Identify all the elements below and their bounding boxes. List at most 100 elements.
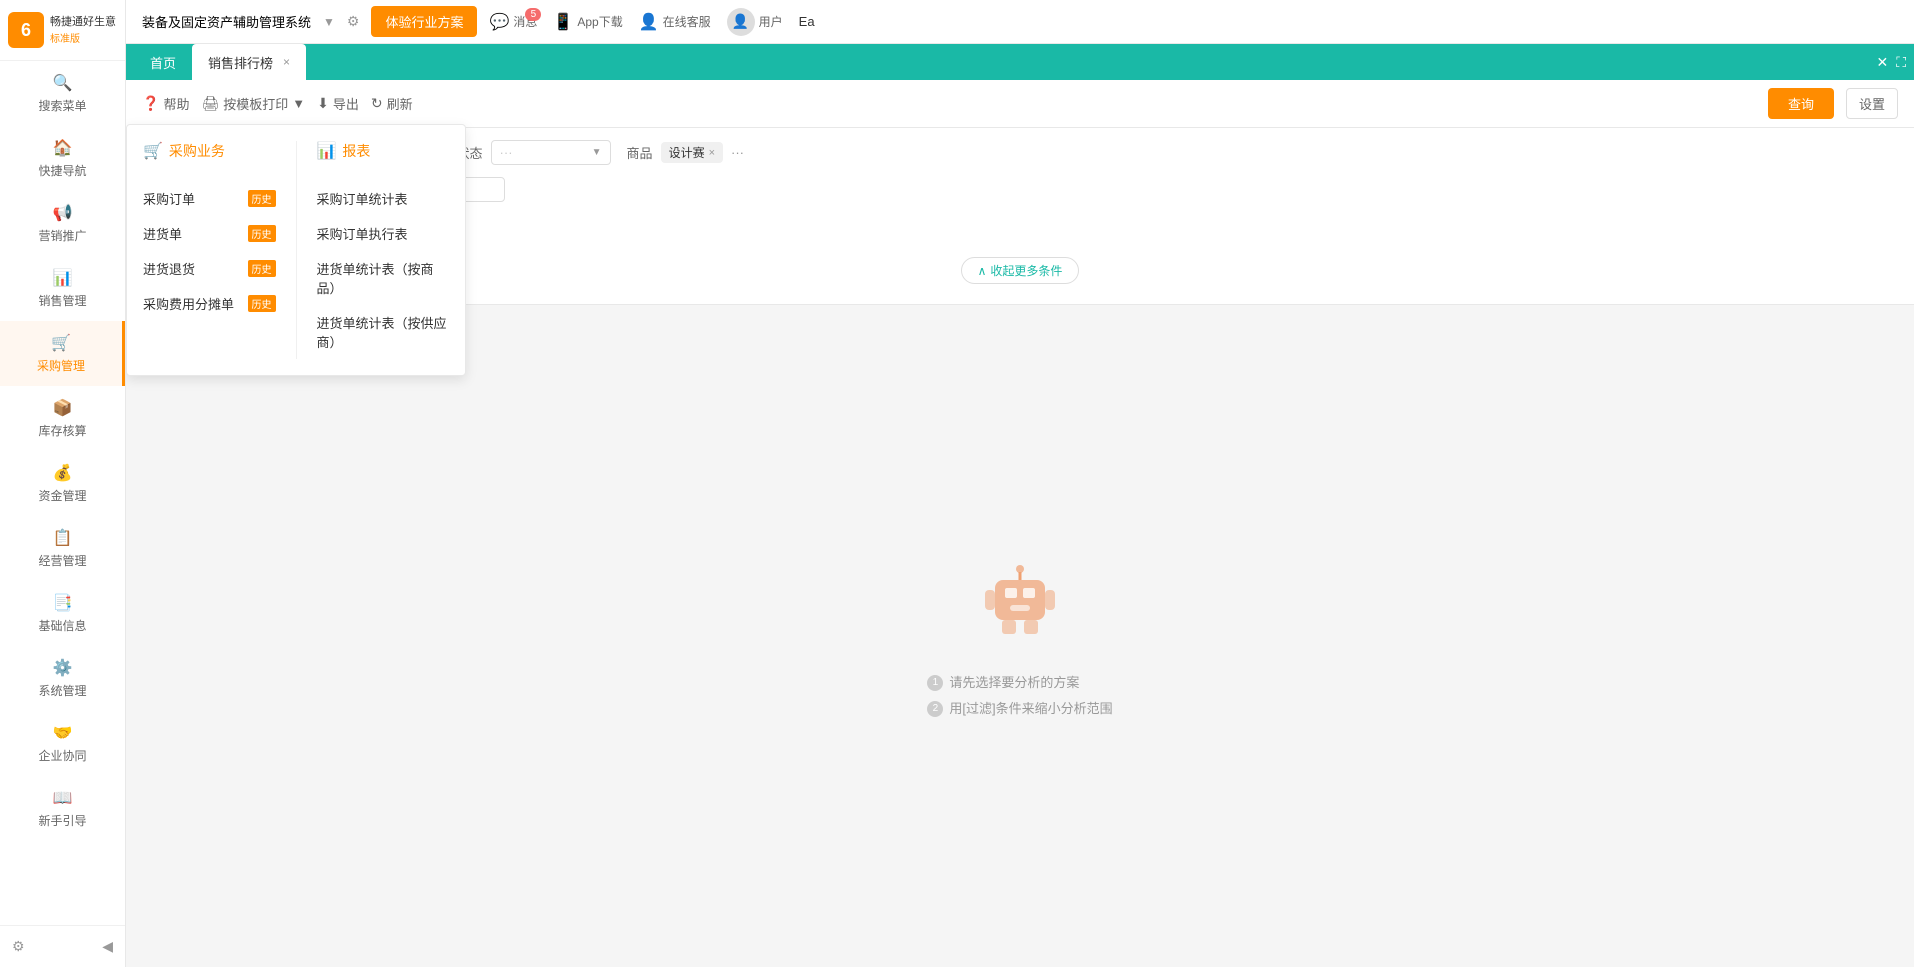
goods-filter-more[interactable]: ··· (731, 145, 744, 160)
logo-area: 6 畅捷通好生意 标准版 (0, 0, 125, 61)
goods-filter: 商品 设计赛 × ··· (627, 142, 744, 163)
detection-text: Ea (799, 14, 815, 29)
tab-expand-icon[interactable]: ⛶ (1896, 54, 1906, 71)
inventory-icon: 📦 (53, 398, 73, 418)
print-btn[interactable]: 🖨 按模板打印 ▼ (201, 94, 305, 113)
dropdown-divider (296, 141, 297, 359)
purchase-icon: 🛒 (51, 333, 71, 353)
inbound-return-history-badge: 历史 (248, 260, 276, 277)
sidebar-item-system[interactable]: ⚙️ 系统管理 (0, 646, 125, 711)
logo-text: 畅捷通好生意 (50, 15, 116, 29)
print-icon: 🖨 (201, 95, 219, 112)
home-icon: 🏠 (53, 138, 73, 158)
doc-status-dropdown[interactable]: ··· ▼ (491, 140, 611, 165)
app-download-btn[interactable]: 📱 App下载 (553, 12, 622, 32)
tab-close-all-icon[interactable]: ✕ (1876, 54, 1888, 71)
tab-sales-ranking[interactable]: 销售排行榜 × (192, 44, 306, 80)
empty-hint-2: 2 用[过滤]条件来缩小分析范围 (927, 696, 1112, 722)
topbar: 装备及固定资产辅助管理系统 ▼ ⚙ 体验行业方案 💬 消息 5 📱 App下载 … (126, 0, 1914, 44)
sidebar-item-guide[interactable]: 📖 新手引导 (0, 776, 125, 841)
export-btn[interactable]: ⬇ 导出 (317, 94, 359, 113)
help-btn[interactable]: ❓ 帮助 (142, 94, 189, 113)
sidebar-nav: 🔍 搜索菜单 🏠 快捷导航 📢 营销推广 📊 销售管理 🛒 采购管理 📦 (0, 61, 125, 925)
sidebar-item-sales[interactable]: 📊 销售管理 (0, 256, 125, 321)
toolbar: ❓ 帮助 🖨 按模板打印 ▼ ⬇ 导出 ↻ (126, 80, 1914, 128)
inbound-stats-supplier-item[interactable]: 进货单统计表（按供应商） (317, 305, 450, 359)
sidebar-item-basic[interactable]: 📑 基础信息 (0, 581, 125, 646)
tabbar: 首页 销售排行榜 × ✕ ⛶ (126, 44, 1914, 80)
purchase-order-stats-item[interactable]: 采购订单统计表 (317, 181, 450, 216)
sidebar-item-cooperation[interactable]: 🤝 企业协同 (0, 711, 125, 776)
sidebar-item-search[interactable]: 🔍 搜索菜单 (0, 61, 125, 126)
purchase-col: 🛒 采购业务 采购订单 历史 进货单 历史 进货退货 历史 (143, 141, 276, 359)
report-col-icon: 📊 (317, 141, 337, 161)
user-menu-btn[interactable]: 👤 用户 (727, 8, 783, 36)
refresh-btn[interactable]: ↻ 刷新 (371, 94, 413, 113)
service-icon: 👤 (639, 12, 659, 32)
content-area: ❓ 帮助 🖨 按模板打印 ▼ ⬇ 导出 ↻ (126, 80, 1914, 967)
logo-icon: 6 (8, 12, 44, 48)
tab-home[interactable]: 首页 (134, 44, 192, 80)
goods-tag: 设计赛 × (661, 142, 723, 163)
sales-icon: 📊 (53, 268, 73, 288)
search-icon: 🔍 (53, 73, 73, 93)
help-icon: ❓ (142, 95, 159, 112)
goods-label: 商品 (627, 143, 653, 162)
sidebar-item-marketing[interactable]: 📢 营销推广 (0, 191, 125, 256)
doc-status-arrow: ▼ (592, 147, 602, 158)
query-btn[interactable]: 查询 (1768, 88, 1834, 119)
online-service-btn[interactable]: 👤 在线客服 (639, 12, 711, 32)
report-col: 📊 报表 采购订单统计表 采购订单执行表 进货单统计表（按商品） 进货单统计表（… (317, 141, 450, 359)
purchase-fee-history-badge: 历史 (248, 295, 276, 312)
collapse-up-icon: ∧ (978, 264, 987, 278)
inbound-order-history-badge: 历史 (248, 225, 276, 242)
purchase-col-icon: 🛒 (143, 141, 163, 161)
empty-icon (970, 550, 1070, 650)
main-area: 装备及固定资产辅助管理系统 ▼ ⚙ 体验行业方案 💬 消息 5 📱 App下载 … (126, 0, 1914, 967)
phone-icon: 📱 (553, 12, 573, 32)
sidebar-footer: ⚙ ◀ (0, 925, 125, 967)
tab-close-icon[interactable]: × (283, 55, 290, 69)
sidebar-item-operation[interactable]: 📋 经营管理 (0, 516, 125, 581)
report-col-title: 📊 报表 (317, 141, 450, 169)
sidebar-settings-btn[interactable]: ⚙ (12, 938, 25, 955)
sidebar-item-purchase[interactable]: 🛒 采购管理 (0, 321, 125, 386)
inbound-stats-goods-item[interactable]: 进货单统计表（按商品） (317, 251, 450, 305)
print-dropdown-icon: ▼ (292, 96, 305, 111)
purchase-col-title: 🛒 采购业务 (143, 141, 276, 169)
purchase-fee-item[interactable]: 采购费用分摊单 历史 (143, 286, 276, 321)
user-avatar: 👤 (727, 8, 755, 36)
message-badge: 5 (525, 8, 541, 21)
topbar-dropdown-arrow[interactable]: ▼ (323, 15, 335, 29)
collapse-btn[interactable]: ∧ 收起更多条件 (961, 257, 1080, 284)
finance-icon: 💰 (53, 463, 73, 483)
sidebar-item-quick-nav[interactable]: 🏠 快捷导航 (0, 126, 125, 191)
purchase-order-exec-item[interactable]: 采购订单执行表 (317, 216, 450, 251)
settings-btn[interactable]: 设置 (1846, 88, 1898, 119)
topbar-gear-icon[interactable]: ⚙ (347, 13, 360, 30)
sidebar: 6 畅捷通好生意 标准版 🔍 搜索菜单 🏠 快捷导航 📢 营销推广 📊 (0, 0, 126, 967)
purchase-order-history-badge: 历史 (248, 190, 276, 207)
system-icon: ⚙️ (53, 658, 73, 678)
purchase-dropdown-menu: 🛒 采购业务 采购订单 历史 进货单 历史 进货退货 历史 (126, 124, 466, 376)
sidebar-collapse-btn[interactable]: ◀ (102, 938, 113, 955)
inbound-order-item[interactable]: 进货单 历史 (143, 216, 276, 251)
marketing-icon: 📢 (53, 203, 73, 223)
sidebar-item-inventory[interactable]: 📦 库存核算 (0, 386, 125, 451)
logo-badge: 标准版 (50, 30, 116, 45)
industry-btn[interactable]: 体验行业方案 (371, 6, 477, 37)
empty-state: 1 请先选择要分析的方案 2 用[过滤]条件来缩小分析范围 (126, 305, 1914, 967)
goods-tag-close[interactable]: × (709, 147, 715, 159)
system-title: 装备及固定资产辅助管理系统 (142, 12, 311, 31)
operation-icon: 📋 (53, 528, 73, 548)
message-btn[interactable]: 💬 消息 5 (489, 12, 537, 32)
refresh-icon: ↻ (371, 95, 383, 112)
cooperation-icon: 🤝 (53, 723, 73, 743)
basic-icon: 📑 (53, 593, 73, 613)
export-icon: ⬇ (317, 95, 329, 112)
guide-icon: 📖 (53, 788, 73, 808)
sidebar-item-finance[interactable]: 💰 资金管理 (0, 451, 125, 516)
purchase-order-item[interactable]: 采购订单 历史 (143, 181, 276, 216)
message-icon: 💬 (489, 12, 509, 32)
inbound-return-item[interactable]: 进货退货 历史 (143, 251, 276, 286)
